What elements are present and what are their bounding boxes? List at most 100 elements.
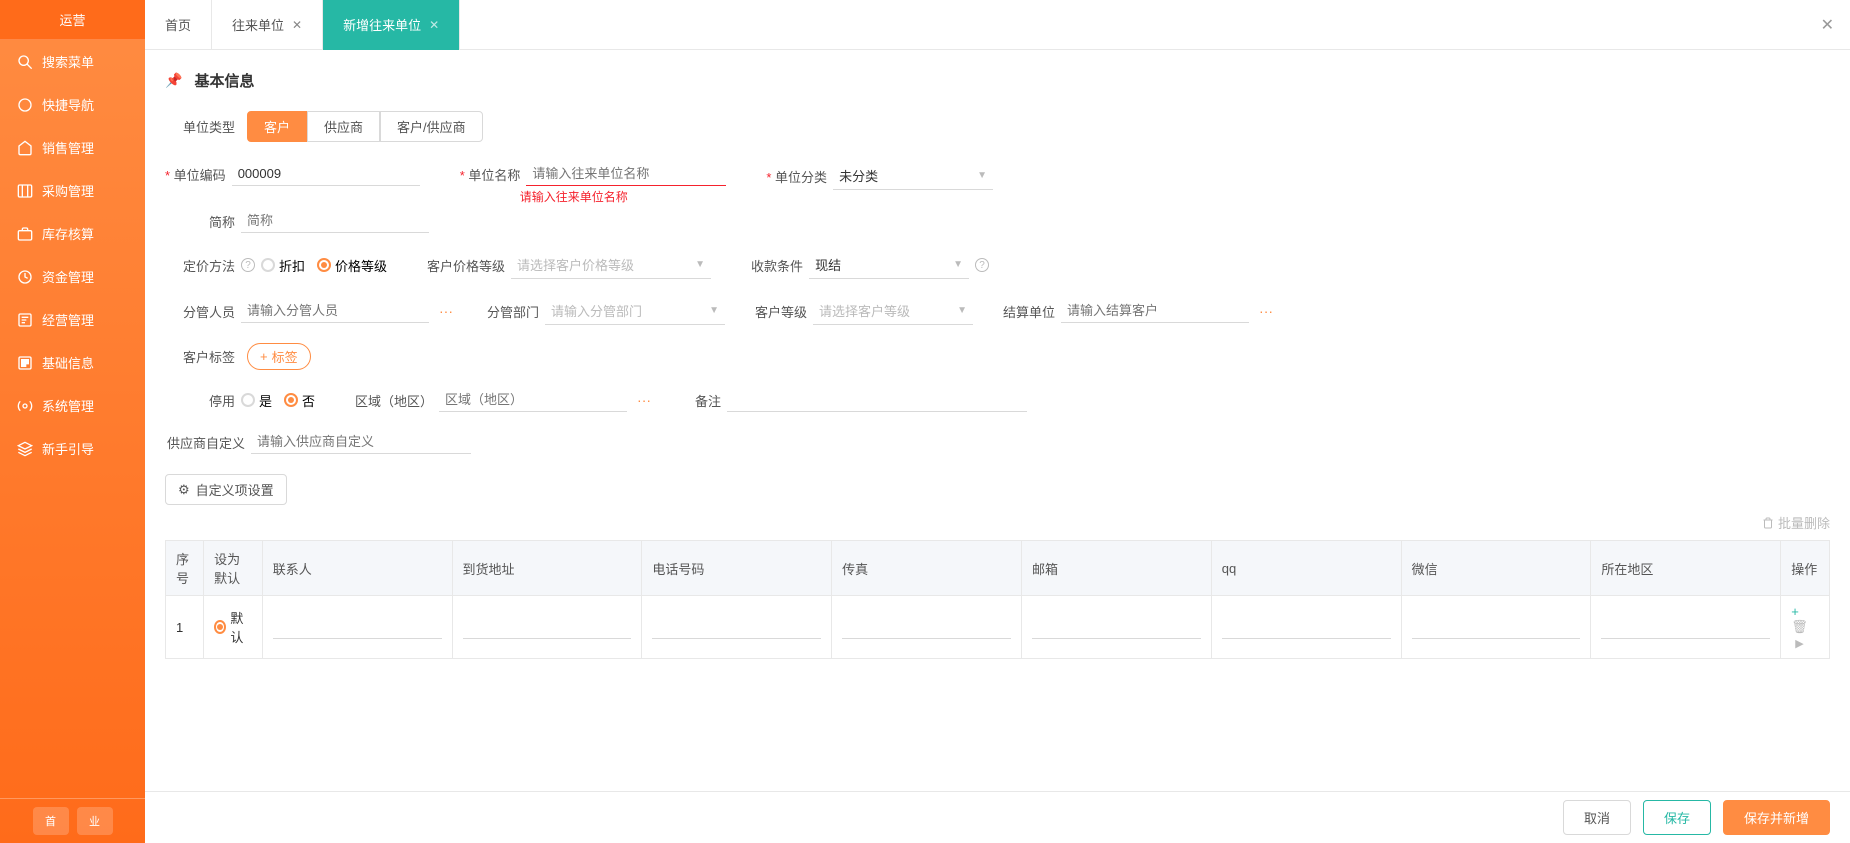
sidebar-bottom-btn-2[interactable]: 业 (77, 807, 113, 835)
sidebar-item-label: 销售管理 (42, 138, 94, 157)
tab-new-unit[interactable]: 新增往来单位 ✕ (323, 0, 460, 50)
radio-yes-label: 是 (259, 391, 272, 410)
batch-delete-area: 批量删除 (165, 513, 1830, 532)
tab-home[interactable]: 首页 (145, 0, 212, 50)
tag-btn-label: 标签 (272, 347, 298, 366)
sidebar-item-purchase[interactable]: 采购管理 (0, 169, 145, 212)
col-qq: qq (1211, 541, 1401, 596)
unit-type-customer[interactable]: 客户 (247, 111, 307, 142)
sidebar-bottom-btn-1[interactable]: 首 (33, 807, 69, 835)
sidebar-item-label: 新手引导 (42, 439, 94, 458)
manager-more-icon[interactable]: ··· (435, 303, 457, 319)
sidebar-item-management[interactable]: 经营管理 (0, 298, 145, 341)
unit-category-select[interactable]: 未分类 ▼ (833, 162, 993, 190)
unit-name-error: 请输入往来单位名称 (520, 190, 628, 204)
radio-no-circle (284, 393, 298, 407)
main-area: 首页 往来单位 ✕ 新增往来单位 ✕ ✕ 📌 基本信息 单位类型 客户 供应商 … (145, 0, 1850, 843)
email-input[interactable] (1032, 615, 1201, 639)
table-row: 1 默认 (166, 596, 1830, 659)
row-default-radio[interactable] (214, 620, 226, 634)
manager-input[interactable] (241, 299, 429, 323)
settlement-unit-more-icon[interactable]: ··· (1255, 303, 1277, 319)
customer-level-select[interactable]: 请选择客户等级 ▼ (813, 297, 973, 325)
phone-input[interactable] (652, 615, 821, 639)
payment-term-value: 现结 (815, 255, 949, 274)
col-email: 邮箱 (1021, 541, 1211, 596)
cancel-button[interactable]: 取消 (1563, 800, 1631, 835)
row-default-label: 默认 (230, 608, 251, 646)
pricing-method-help-icon[interactable]: ? (241, 258, 255, 272)
tab-units-close[interactable]: ✕ (292, 18, 302, 32)
row-add-icon[interactable]: + (1791, 604, 1799, 619)
wechat-input[interactable] (1412, 615, 1581, 639)
radio-price-level[interactable]: 价格等级 (317, 256, 387, 275)
radio-no[interactable]: 否 (284, 391, 315, 410)
customer-level-placeholder: 请选择客户等级 (819, 301, 953, 320)
sidebar-item-guide[interactable]: 新手引导 (0, 427, 145, 470)
qq-input[interactable] (1222, 615, 1391, 639)
add-tag-button[interactable]: + 标签 (247, 343, 311, 370)
fax-input[interactable] (842, 615, 1011, 639)
sidebar-item-search[interactable]: 搜索菜单 (0, 40, 145, 83)
unit-type-group: 客户 供应商 客户/供应商 (247, 111, 483, 142)
customer-price-level-label: 客户价格等级 (427, 256, 505, 275)
tab-new-unit-close[interactable]: ✕ (429, 18, 439, 32)
row-fax[interactable] (832, 596, 1022, 659)
row-wechat[interactable] (1401, 596, 1591, 659)
sidebar-item-system[interactable]: 系统管理 (0, 384, 145, 427)
address-input[interactable] (463, 615, 632, 639)
unit-name-input[interactable] (526, 162, 726, 186)
unit-code-field: 单位编码 (165, 162, 420, 186)
unit-name-field: 单位名称 请输入往来单位名称 (460, 162, 727, 205)
customize-settings-button[interactable]: ⚙ 自定义项设置 (165, 474, 287, 505)
section-pin-icon: 📌 (165, 72, 182, 89)
settlement-unit-input[interactable] (1061, 299, 1249, 323)
row-region[interactable] (1591, 596, 1781, 659)
row-address[interactable] (452, 596, 642, 659)
region-label: 区域（地区） (355, 391, 433, 410)
row-email[interactable] (1021, 596, 1211, 659)
row-phone[interactable] (642, 596, 832, 659)
batch-delete-label[interactable]: 批量删除 (1778, 513, 1830, 532)
pricing-radio-group: 折扣 价格等级 (261, 256, 387, 275)
radio-yes[interactable]: 是 (241, 391, 272, 410)
remark-input[interactable] (727, 388, 1027, 412)
save-button[interactable]: 保存 (1643, 800, 1711, 835)
row-region-input[interactable] (1601, 615, 1770, 639)
guide-icon (16, 440, 34, 458)
payment-term-select[interactable]: 现结 ▼ (809, 251, 969, 279)
region-more-icon[interactable]: ··· (633, 392, 655, 408)
row-delete-icon[interactable]: 🗑 (1791, 619, 1808, 634)
sidebar-item-quicknav[interactable]: 快捷导航 (0, 83, 145, 126)
section-header: 📌 基本信息 (165, 70, 1830, 91)
tab-units[interactable]: 往来单位 ✕ (212, 0, 323, 50)
chevron-down-icon-5: ▼ (957, 305, 967, 316)
radio-discount[interactable]: 折扣 (261, 256, 305, 275)
customer-price-level-select[interactable]: 请选择客户价格等级 ▼ (511, 251, 711, 279)
col-fax: 传真 (832, 541, 1022, 596)
sidebar-logo: 运营 (0, 0, 145, 40)
payment-term-help-icon[interactable]: ? (975, 258, 989, 272)
region-input[interactable] (439, 388, 627, 412)
save-new-button[interactable]: 保存并新增 (1723, 800, 1830, 835)
short-name-input[interactable] (241, 209, 429, 233)
payment-term-label: 收款条件 (751, 256, 803, 275)
tab-units-label: 往来单位 (232, 15, 284, 34)
unit-type-row: 单位类型 客户 供应商 客户/供应商 (165, 111, 1830, 142)
unit-type-both[interactable]: 客户/供应商 (380, 111, 483, 142)
unit-code-input[interactable] (232, 162, 420, 186)
sidebar-item-inventory[interactable]: 库存核算 (0, 212, 145, 255)
sidebar-item-label: 库存核算 (42, 224, 94, 243)
unit-type-supplier[interactable]: 供应商 (307, 111, 380, 142)
disabled-radio-group: 是 否 (241, 391, 315, 410)
sidebar-item-basic[interactable]: 基础信息 (0, 341, 145, 384)
sidebar-item-finance[interactable]: 资金管理 (0, 255, 145, 298)
unit-name-label: 单位名称 (460, 165, 521, 184)
sidebar-item-sales[interactable]: 销售管理 (0, 126, 145, 169)
contact-input[interactable] (273, 615, 442, 639)
row-qq[interactable] (1211, 596, 1401, 659)
tab-bar-close-btn[interactable]: ✕ (1821, 15, 1834, 35)
supplier-custom-input[interactable] (251, 430, 471, 454)
department-select[interactable]: 请输入分管部门 ▼ (545, 297, 725, 325)
row-contact[interactable] (262, 596, 452, 659)
